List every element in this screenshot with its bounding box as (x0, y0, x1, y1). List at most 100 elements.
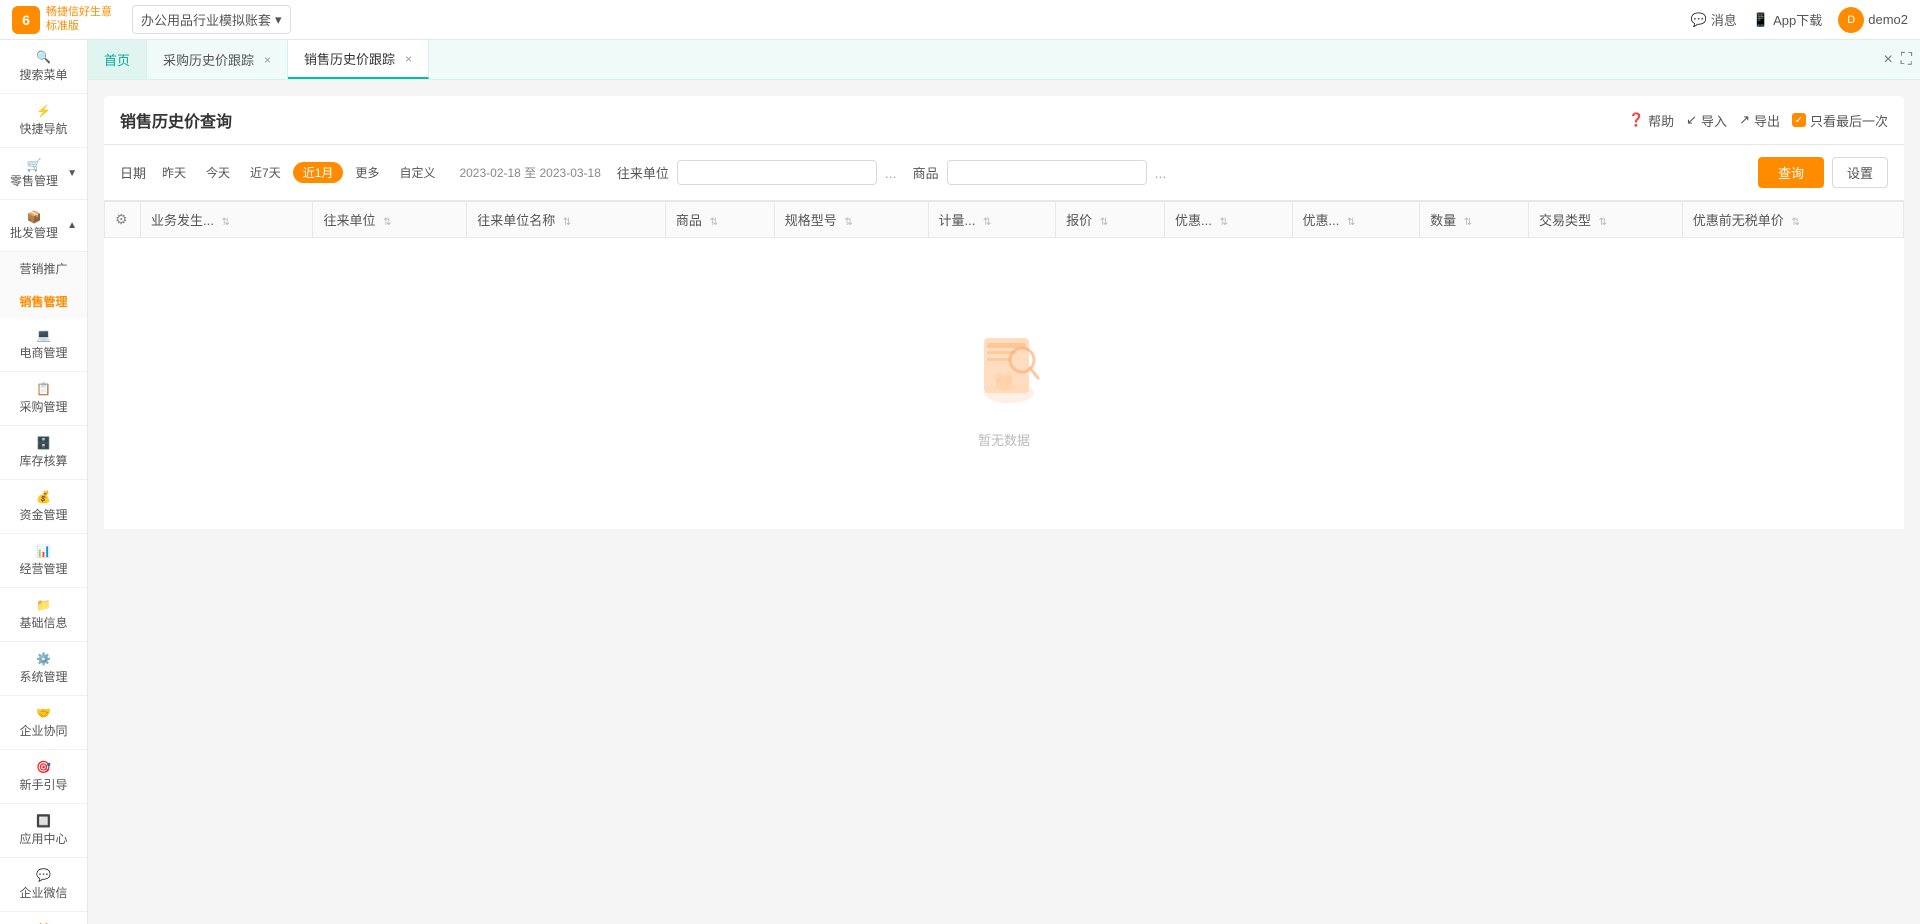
sidebar-item-purchase[interactable]: 📋 采购管理 (0, 372, 87, 426)
logo-icon: 6 (12, 6, 40, 34)
chevron-down-icon: ▾ (275, 12, 282, 28)
sort-unit-name[interactable]: ⇅ (563, 217, 571, 228)
sort-unit[interactable]: ⇅ (983, 217, 991, 228)
avatar: D (1838, 7, 1864, 33)
app-download-button[interactable]: 📱 App下载 (1753, 10, 1822, 29)
sort-quantity[interactable]: ⇅ (1464, 217, 1472, 228)
date-filter-label: 日期 (120, 163, 146, 182)
sort-quote[interactable]: ⇅ (1100, 217, 1108, 228)
sidebar-item-enterprise[interactable]: 🤝 企业协同 (0, 696, 87, 750)
goods-dots: ... (1155, 165, 1167, 181)
header-right: 💬 消息 📱 App下载 D demo2 (1691, 7, 1908, 33)
import-button[interactable]: ↙ 导入 (1686, 111, 1727, 130)
page-header-actions: ❓ 帮助 ↙ 导入 ↗ 导出 ✓ 只看最后一次 (1628, 111, 1888, 130)
tab-sales-history[interactable]: 销售历史价跟踪 × (288, 40, 429, 79)
target-icon: 🎯 (4, 760, 83, 774)
sidebar-item-wechat[interactable]: 💬 企业微信 (0, 858, 87, 912)
table-header-trade-type: 交易类型 ⇅ (1528, 202, 1682, 238)
sidebar-item-inventory[interactable]: 🗄️ 库存核算 (0, 426, 87, 480)
sales-history-tab-label: 销售历史价跟踪 (304, 49, 395, 68)
chevron-up-icon: ▲ (67, 220, 77, 231)
date-custom-button[interactable]: 自定义 (391, 162, 443, 183)
goods-filter-label: 商品 (913, 163, 939, 182)
sidebar-item-operations[interactable]: 📊 经营管理 (0, 534, 87, 588)
date-buttons: 昨天 今天 近7天 近1月 更多 自定义 (154, 162, 443, 183)
box-icon: 📦 (10, 210, 58, 224)
sort-pretax-price[interactable]: ⇅ (1791, 217, 1799, 228)
help-button[interactable]: ❓ 帮助 (1628, 111, 1674, 130)
table-header-spec: 规格型号 ⇅ (774, 202, 928, 238)
sidebar-item-search[interactable]: 🔍 搜索菜单 (0, 40, 87, 94)
table-header-pretax-price: 优惠前无税单价 ⇅ (1682, 202, 1903, 238)
clipboard-icon: 📋 (4, 382, 83, 396)
settings-button[interactable]: 设置 (1832, 157, 1888, 188)
sidebar-item-guide[interactable]: 🎯 新手引导 (0, 750, 87, 804)
date-range-display: 2023-02-18 至 2023-03-18 (459, 164, 600, 181)
sort-trade-type[interactable]: ⇅ (1599, 217, 1607, 228)
computer-icon: 💻 (4, 328, 83, 342)
sort-goods[interactable]: ⇅ (710, 217, 718, 228)
filter-actions: 查询 设置 (1758, 157, 1888, 188)
date-1month-button[interactable]: 近1月 (293, 162, 344, 183)
date-7days-button[interactable]: 近7天 (242, 162, 289, 183)
last-only-checkbox-label[interactable]: ✓ 只看最后一次 (1792, 111, 1888, 130)
sidebar-item-ecommerce[interactable]: 💻 电商管理 (0, 318, 87, 372)
purchase-history-tab-label: 采购历史价跟踪 (163, 50, 254, 69)
chevron-down-icon: ▼ (67, 168, 77, 179)
sidebar-item-retail[interactable]: 🛒 零售管理 ▼ (0, 148, 87, 200)
sidebar-item-basic[interactable]: 📁 基础信息 (0, 588, 87, 642)
sidebar-item-sales[interactable]: 销售管理 (0, 285, 87, 318)
sidebar-item-finance[interactable]: 💰 资金管理 (0, 480, 87, 534)
filter-area: 日期 昨天 今天 近7天 近1月 更多 自定义 2023-02-18 至 202… (104, 145, 1904, 201)
page-content: 销售历史价查询 ❓ 帮助 ↙ 导入 ↗ 导出 ✓ (88, 80, 1920, 924)
page-header: 销售历史价查询 ❓ 帮助 ↙ 导入 ↗ 导出 ✓ (104, 96, 1904, 145)
table-header-quantity: 数量 ⇅ (1420, 202, 1529, 238)
tab-purchase-history[interactable]: 采购历史价跟踪 × (147, 40, 288, 79)
user-menu[interactable]: D demo2 (1838, 7, 1908, 33)
empty-text: 暂无数据 (978, 430, 1030, 449)
tabs-bar: 首页 采购历史价跟踪 × 销售历史价跟踪 × × ⛶ (88, 40, 1920, 80)
sort-discount1[interactable]: ⇅ (1219, 217, 1227, 228)
checkbox-checked-icon: ✓ (1792, 113, 1806, 127)
tab-maximize-button[interactable]: ⛶ (1901, 51, 1912, 69)
money-icon: 💰 (4, 490, 83, 504)
date-more-button[interactable]: 更多 (347, 162, 387, 183)
lightning-icon: ⚡ (4, 104, 83, 118)
company-selector[interactable]: 办公用品行业模拟账套 ▾ (132, 5, 291, 34)
sort-spec[interactable]: ⇅ (844, 217, 852, 228)
main-layout: 🔍 搜索菜单 ⚡ 快捷导航 🛒 零售管理 ▼ 📦 批发管理 ▲ 营销推广 (0, 40, 1920, 924)
tab-close-button[interactable]: × (1883, 51, 1892, 69)
table-header-business-date: 业务发生... ⇅ (141, 202, 313, 238)
sidebar-item-system[interactable]: ⚙️ 系统管理 (0, 642, 87, 696)
top-header: 6 畅捷信好生意 标准版 办公用品行业模拟账套 ▾ 💬 消息 📱 App下载 D… (0, 0, 1920, 40)
goods-filter-input[interactable] (947, 160, 1147, 185)
page-title: 销售历史价查询 (120, 108, 232, 132)
message-button[interactable]: 💬 消息 (1691, 10, 1737, 29)
settings-gear-icon[interactable]: ⚙ (115, 211, 128, 227)
sales-history-close-button[interactable]: × (405, 52, 412, 66)
sort-business-date[interactable]: ⇅ (221, 217, 229, 228)
sidebar-item-vip[interactable]: 👑 畅会员 (0, 912, 87, 924)
tab-home[interactable]: 首页 (88, 40, 147, 79)
table-header-row: ⚙ 业务发生... ⇅ 往来单位 ⇅ 往来单位名称 (105, 202, 1904, 238)
sort-discount2[interactable]: ⇅ (1347, 217, 1355, 228)
export-icon: ↗ (1739, 112, 1750, 128)
sidebar-item-wholesale[interactable]: 📦 批发管理 ▲ (0, 200, 87, 252)
export-button[interactable]: ↗ 导出 (1739, 111, 1780, 130)
import-icon: ↙ (1686, 112, 1697, 128)
sidebar-item-apps[interactable]: 🔲 应用中心 (0, 804, 87, 858)
chart-icon: 📊 (4, 544, 83, 558)
table-header-goods: 商品 ⇅ (665, 202, 774, 238)
date-yesterday-button[interactable]: 昨天 (154, 162, 194, 183)
sort-unit-code[interactable]: ⇅ (383, 217, 391, 228)
unit-filter-input[interactable] (677, 160, 877, 185)
query-button[interactable]: 查询 (1758, 157, 1824, 188)
purchase-history-close-button[interactable]: × (264, 53, 271, 67)
table-header-unit-code: 往来单位 ⇅ (313, 202, 467, 238)
header-left: 6 畅捷信好生意 标准版 办公用品行业模拟账套 ▾ (12, 5, 291, 34)
sidebar-item-marketing[interactable]: 营销推广 (0, 252, 87, 285)
unit-filter-group: 往来单位 ... (617, 160, 897, 185)
date-today-button[interactable]: 今天 (198, 162, 238, 183)
sidebar-item-shortcuts[interactable]: ⚡ 快捷导航 (0, 94, 87, 148)
database-icon: 🗄️ (4, 436, 83, 450)
